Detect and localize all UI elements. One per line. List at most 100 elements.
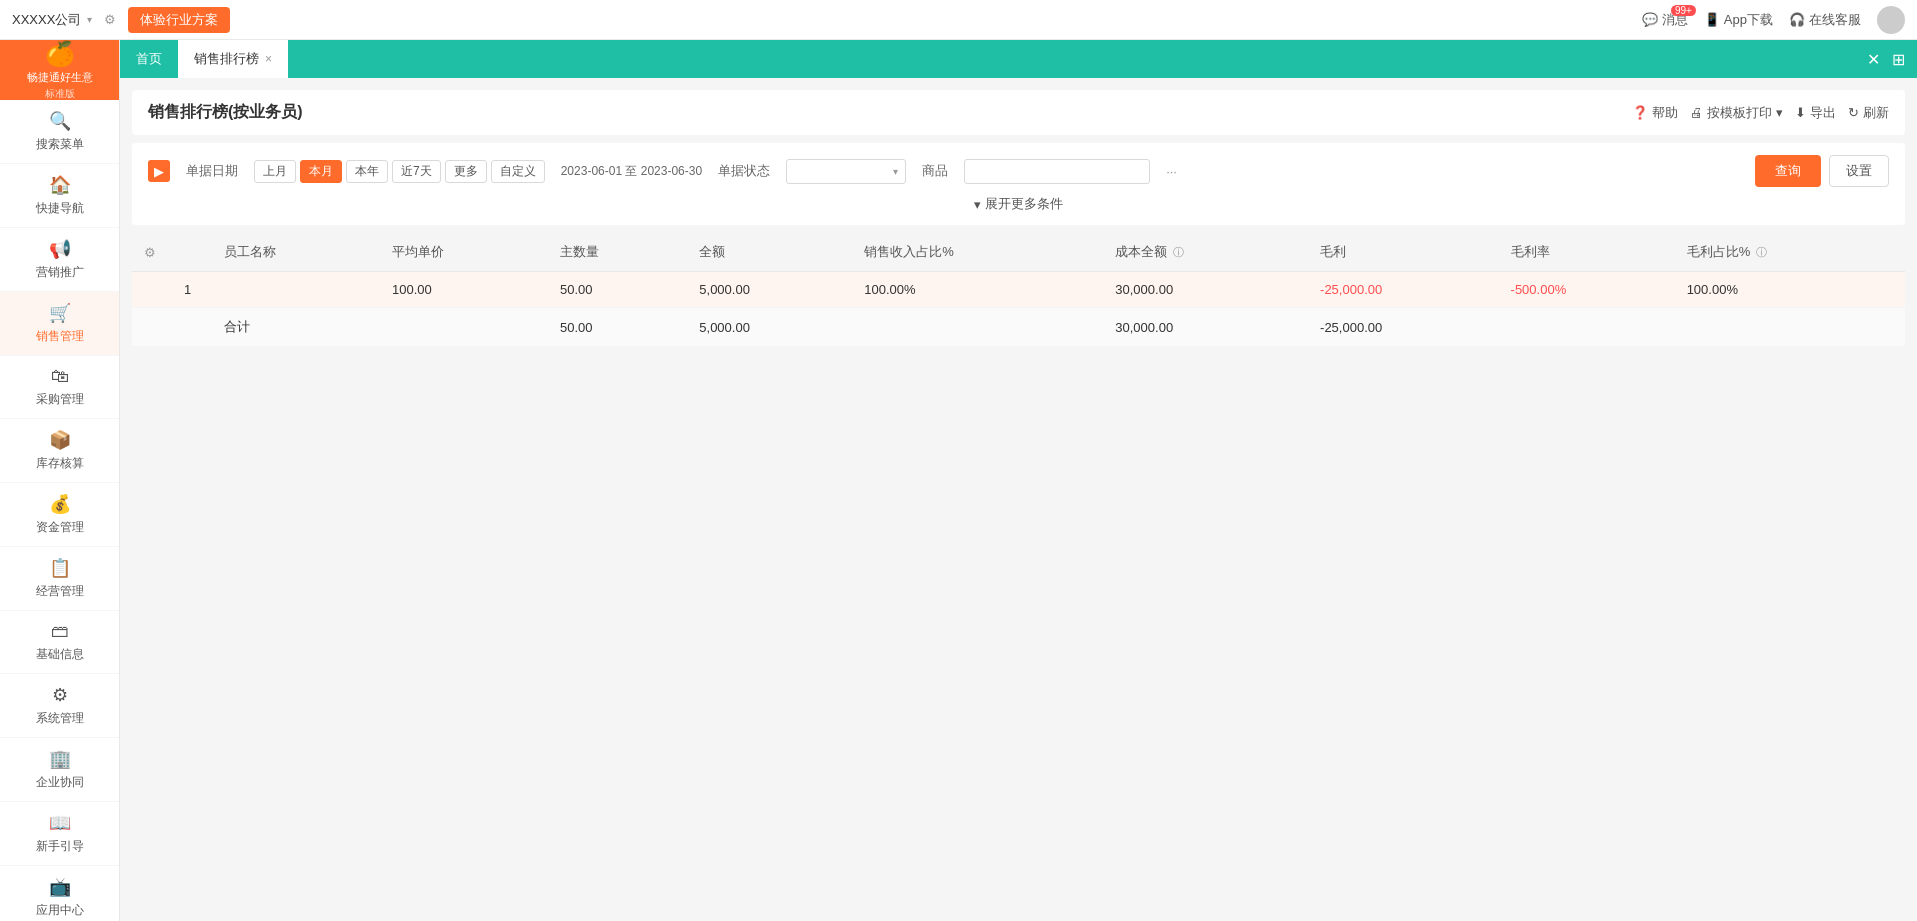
cell-gross-rate: -500.00%	[1499, 272, 1675, 308]
finance-icon: 💰	[49, 493, 71, 515]
sidebar-item-system[interactable]: ⚙ 系统管理	[0, 674, 119, 738]
logo-icon: 🍊	[45, 40, 75, 68]
period-this-year[interactable]: 本年	[346, 160, 388, 183]
filter-right-btns: 查询 设置	[1755, 155, 1889, 187]
sidebar-item-label: 新手引导	[36, 838, 84, 855]
sidebar-item-enterprise[interactable]: 🏢 企业协同	[0, 738, 119, 802]
query-btn[interactable]: 查询	[1755, 155, 1821, 187]
sidebar-item-appstore[interactable]: 📺 应用中心	[0, 866, 119, 921]
footer-sales-pct	[852, 308, 1103, 347]
message-btn[interactable]: 💬 消息 99+	[1642, 11, 1688, 29]
period-7days[interactable]: 近7天	[392, 160, 441, 183]
filter-expand-row: ▾ 展开更多条件	[148, 195, 1889, 213]
period-more[interactable]: 更多	[445, 160, 487, 183]
refresh-btn[interactable]: ↻ 刷新	[1848, 104, 1889, 122]
settings-btn[interactable]: 设置	[1829, 155, 1889, 187]
goods-more-icon[interactable]: ···	[1166, 164, 1177, 179]
goods-input[interactable]	[964, 159, 1150, 184]
status-select[interactable]	[786, 159, 906, 184]
sidebar-item-inventory[interactable]: 📦 库存核算	[0, 419, 119, 483]
service-label: 在线客服	[1809, 11, 1861, 29]
home-icon: 🏠	[49, 174, 71, 196]
footer-amount: 5,000.00	[687, 308, 852, 347]
page-header-actions: ❓ 帮助 🖨 按模板打印 ▾ ⬇ 导出 ↻ 刷新	[1632, 104, 1889, 122]
tab-bar-right: ✕ ⊞	[1867, 50, 1917, 69]
headset-icon: 🎧	[1789, 12, 1805, 27]
cell-amount: 5,000.00	[687, 272, 852, 308]
sidebar-item-nav[interactable]: 🏠 快捷导航	[0, 164, 119, 228]
search-icon: 🔍	[49, 110, 71, 132]
main-layout: 🍊 畅捷通好生意 标准版 🔍 搜索菜单 🏠 快捷导航 📢 营销推广 🛒 销售管理…	[0, 40, 1917, 921]
cell-cost: 30,000.00	[1103, 272, 1308, 308]
cell-qty: 50.00	[548, 272, 687, 308]
footer-gross-pct	[1675, 308, 1905, 347]
print-btn[interactable]: 🖨 按模板打印 ▾	[1690, 104, 1783, 122]
online-service-btn[interactable]: 🎧 在线客服	[1789, 11, 1861, 29]
footer-gross: -25,000.00	[1308, 308, 1499, 347]
gross-pct-info-icon[interactable]: ⓘ	[1756, 246, 1767, 258]
date-filter-label: 单据日期	[186, 162, 238, 180]
status-filter-label: 单据状态	[718, 162, 770, 180]
topbar-settings-icon[interactable]: ⚙	[104, 12, 116, 27]
tab-label: 销售排行榜	[194, 50, 259, 68]
sidebar-item-purchase[interactable]: 🛍 采购管理	[0, 356, 119, 419]
sidebar-item-search[interactable]: 🔍 搜索菜单	[0, 100, 119, 164]
date-range-display: 2023-06-01 至 2023-06-30	[561, 163, 702, 180]
app-download-btn[interactable]: 📱 App下载	[1704, 11, 1773, 29]
table-wrapper: ⚙ 员工名称 平均单价 主数量 全额 销售收入占比% 成本全额 ⓘ 毛利 毛	[132, 233, 1905, 346]
purchase-icon: 🛍	[51, 366, 69, 387]
sidebar-item-sales[interactable]: 🛒 销售管理	[0, 292, 119, 356]
status-select-wrapper	[786, 159, 906, 184]
sidebar-item-label: 应用中心	[36, 902, 84, 919]
page-header: 销售排行榜(按业务员) ❓ 帮助 🖨 按模板打印 ▾ ⬇ 导出	[132, 90, 1905, 135]
user-avatar[interactable]	[1877, 6, 1905, 34]
tab-close-window-icon[interactable]: ✕	[1867, 50, 1880, 69]
sidebar-item-basics[interactable]: 🗃 基础信息	[0, 611, 119, 674]
message-badge: 99+	[1671, 5, 1696, 16]
sales-icon: 🛒	[49, 302, 71, 324]
footer-gross-rate	[1499, 308, 1675, 347]
cell-settings	[132, 272, 172, 308]
footer-avg-price	[380, 308, 548, 347]
table-footer-row: 合计 50.00 5,000.00 30,000.00 -25,000.00	[132, 308, 1905, 347]
logo-text: 畅捷通好生意	[27, 70, 93, 85]
sidebar-item-label: 营销推广	[36, 264, 84, 281]
tab-home[interactable]: 首页	[120, 40, 178, 78]
expand-btn[interactable]: ▾ 展开更多条件	[974, 195, 1063, 213]
sidebar-item-guide[interactable]: 📖 新手引导	[0, 802, 119, 866]
table-header-row: ⚙ 员工名称 平均单价 主数量 全额 销售收入占比% 成本全额 ⓘ 毛利 毛	[132, 233, 1905, 272]
help-icon: ❓	[1632, 105, 1648, 120]
guide-icon: 📖	[49, 812, 71, 834]
help-btn[interactable]: ❓ 帮助	[1632, 104, 1678, 122]
cost-info-icon[interactable]: ⓘ	[1173, 246, 1184, 258]
sidebar-item-label: 基础信息	[36, 646, 84, 663]
sidebar-item-finance[interactable]: 💰 资金管理	[0, 483, 119, 547]
period-custom[interactable]: 自定义	[491, 160, 545, 183]
operations-icon: 📋	[49, 557, 71, 579]
phone-icon: 📱	[1704, 12, 1720, 27]
sidebar-logo: 🍊 畅捷通好生意 标准版	[0, 40, 119, 100]
trial-btn[interactable]: 体验行业方案	[128, 7, 230, 33]
tab-sales-ranking[interactable]: 销售排行榜 ×	[178, 40, 288, 78]
sidebar-item-label: 采购管理	[36, 391, 84, 408]
system-icon: ⚙	[52, 684, 68, 706]
enterprise-icon: 🏢	[49, 748, 71, 770]
column-settings-icon[interactable]: ⚙	[144, 245, 156, 260]
sidebar-item-marketing[interactable]: 📢 营销推广	[0, 228, 119, 292]
filter-toggle-btn[interactable]: ▶	[148, 160, 170, 182]
export-icon: ⬇	[1795, 105, 1806, 120]
col-gross-pct-header: 毛利占比% ⓘ	[1675, 233, 1905, 272]
sidebar-item-label: 经营管理	[36, 583, 84, 600]
tab-close-btn[interactable]: ×	[265, 52, 272, 66]
period-this-month[interactable]: 本月	[300, 160, 342, 183]
company-selector[interactable]: XXXXX公司 ▾	[12, 11, 92, 29]
sidebar-item-operations[interactable]: 📋 经营管理	[0, 547, 119, 611]
sidebar-item-label: 库存核算	[36, 455, 84, 472]
sidebar-item-label: 企业协同	[36, 774, 84, 791]
export-btn[interactable]: ⬇ 导出	[1795, 104, 1836, 122]
period-last-month[interactable]: 上月	[254, 160, 296, 183]
col-amount-header: 全额	[687, 233, 852, 272]
col-index-header	[172, 233, 212, 272]
marketing-icon: 📢	[49, 238, 71, 260]
tab-maximize-icon[interactable]: ⊞	[1892, 50, 1905, 69]
